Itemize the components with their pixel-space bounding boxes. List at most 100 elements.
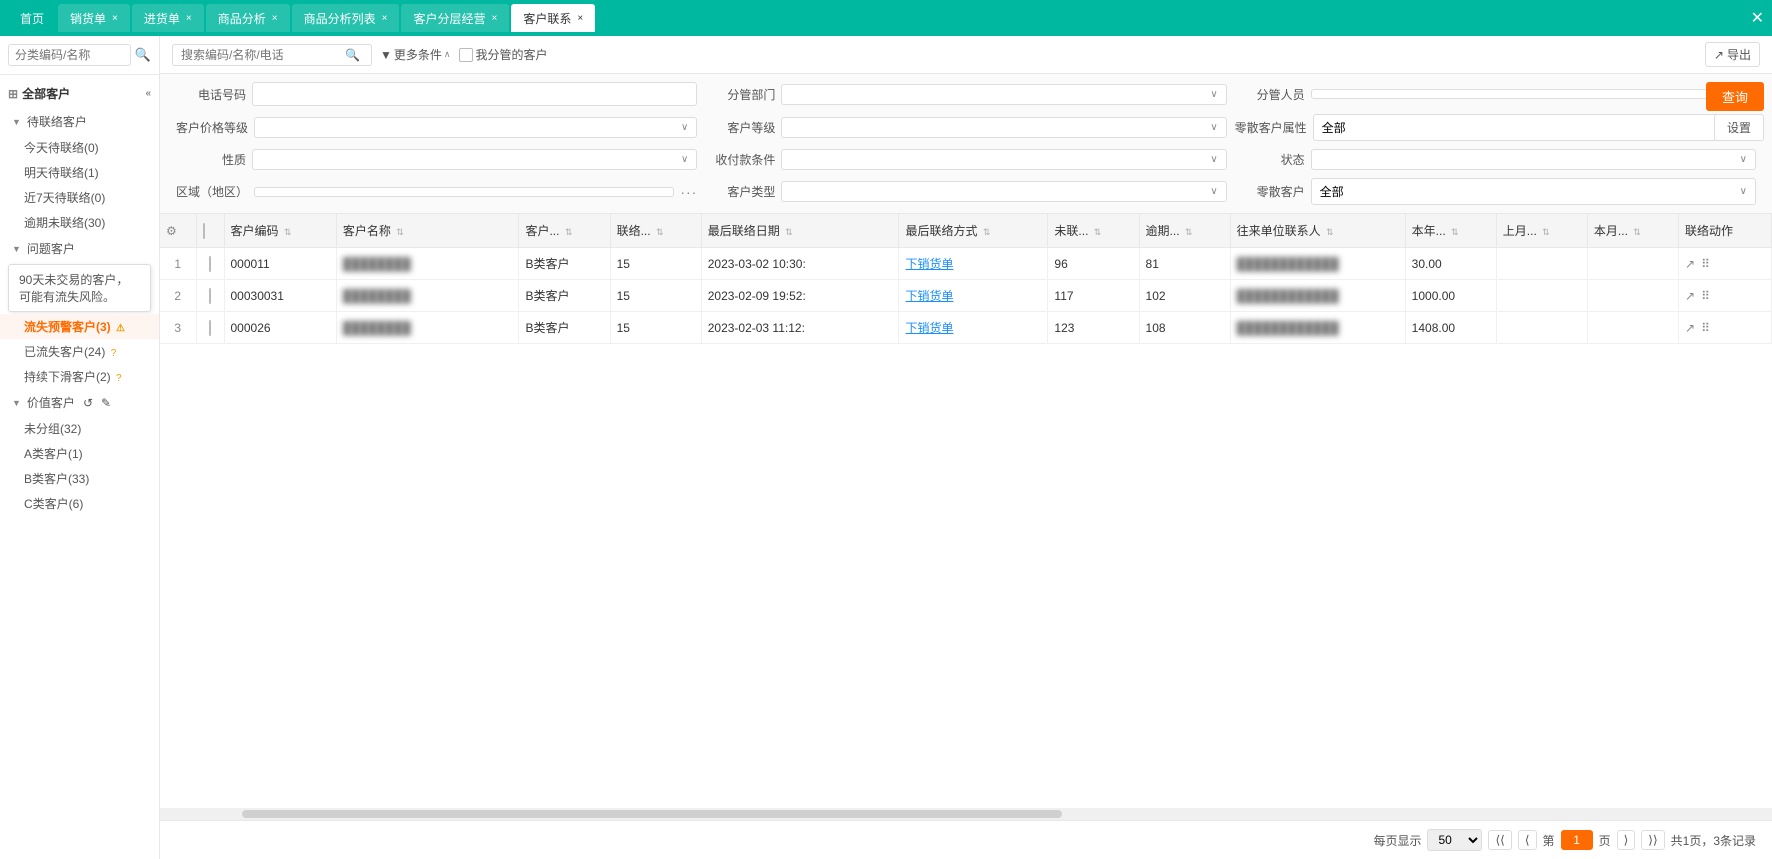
table-row: 3 000026 ████████ B类客户 15 2023-02-03 11:…: [160, 312, 1772, 344]
filter-search-icon[interactable]: 🔍: [345, 48, 360, 62]
sidebar-item-7days-pending[interactable]: 近7天待联络(0): [0, 185, 159, 210]
nature-select[interactable]: ∨: [252, 149, 697, 170]
cell-overdue: 81: [1139, 248, 1230, 280]
sort-icon-way[interactable]: ⇅: [983, 227, 991, 237]
status-select[interactable]: ∨: [1311, 149, 1756, 170]
tab-home[interactable]: 首页: [8, 4, 56, 32]
horizontal-scrollbar[interactable]: [160, 808, 1772, 820]
sidebar-item-declining[interactable]: 持续下滑客户(2) ?: [0, 364, 159, 389]
sort-icon-type[interactable]: ⇅: [565, 227, 573, 237]
table-row: 2 00030031 ████████ B类客户 15 2023-02-09 1…: [160, 280, 1772, 312]
current-page-input[interactable]: [1561, 830, 1593, 850]
select-all-checkbox[interactable]: [203, 223, 205, 239]
sidebar-item-already-lost[interactable]: 已流失客户(24) ?: [0, 339, 159, 364]
query-button[interactable]: 查询: [1706, 82, 1764, 111]
contact-action-icon[interactable]: ↗: [1685, 257, 1695, 271]
tab-customer-tier-close[interactable]: ×: [491, 13, 497, 24]
action-icons-container: ↗ ⠿: [1685, 321, 1765, 335]
sidebar-item-overdue-contact[interactable]: 逾期未联络(30): [0, 210, 159, 235]
tree-root-label: 全部客户: [22, 85, 70, 102]
scrollbar-thumb[interactable]: [242, 810, 1062, 818]
tab-customer-contact-close[interactable]: ×: [577, 13, 583, 24]
sort-icon-contact[interactable]: ⇅: [656, 227, 664, 237]
phone-label: 电话号码: [176, 86, 246, 103]
customer-type-select[interactable]: ∨: [781, 181, 1226, 202]
collapse-button[interactable]: «: [145, 88, 151, 99]
sort-icon-this-month[interactable]: ⇅: [1633, 227, 1641, 237]
sidebar-search-icon[interactable]: 🔍: [135, 47, 151, 63]
tree-root-all-customers[interactable]: ⊞ 全部客户 «: [0, 79, 159, 108]
my-customers-checkbox[interactable]: 我分管的客户: [459, 46, 548, 63]
first-page-button[interactable]: ⟨⟨: [1488, 830, 1511, 850]
tab-product-analysis-close[interactable]: ×: [272, 13, 278, 24]
tab-customer-tier[interactable]: 客户分层经营 ×: [401, 4, 509, 32]
column-settings-icon[interactable]: ⚙: [166, 224, 177, 238]
sidebar-item-tomorrow-pending[interactable]: 明天待联络(1): [0, 160, 159, 185]
sort-icon-this-year[interactable]: ⇅: [1451, 227, 1459, 237]
per-page-select[interactable]: 50 100: [1427, 829, 1482, 851]
phone-input[interactable]: [252, 82, 697, 106]
row-checkbox-0[interactable]: [209, 256, 211, 272]
last-way-link[interactable]: 下销货单: [905, 257, 953, 271]
region-dots[interactable]: ···: [680, 184, 697, 200]
th-this-year-label: 本年...: [1412, 224, 1446, 238]
payment-select[interactable]: ∨: [781, 149, 1226, 170]
customer-name-blurred: ████████: [343, 257, 411, 271]
retail-attr-select[interactable]: 全部 ∨: [1313, 114, 1756, 141]
sidebar-item-class-c[interactable]: C类客户(6): [0, 491, 159, 516]
sidebar-item-ungrouped[interactable]: 未分组(32): [0, 416, 159, 441]
sidebar-item-already-lost-label: 已流失客户(24): [24, 345, 105, 359]
sort-icon-date[interactable]: ⇅: [785, 227, 793, 237]
sidebar-item-class-b[interactable]: B类客户(33): [0, 466, 159, 491]
sidebar-item-class-a[interactable]: A类客户(1): [0, 441, 159, 466]
tree-group-problem-label[interactable]: ▼ 问题客户: [0, 235, 159, 262]
region-select[interactable]: [254, 187, 674, 197]
last-page-button[interactable]: ⟩⟩: [1641, 830, 1664, 850]
more-conditions-button[interactable]: ▼ 更多条件 ∧: [380, 46, 451, 63]
sort-icon-name[interactable]: ⇅: [396, 227, 404, 237]
sidebar-item-today-pending[interactable]: 今天待联络(0): [0, 135, 159, 160]
close-app-button[interactable]: ✕: [1751, 8, 1764, 28]
tree-group-pending-label[interactable]: ▼ 待联络客户: [0, 108, 159, 135]
nature-arrow: ∨: [681, 154, 688, 165]
contact-action-icon[interactable]: ↗: [1685, 321, 1695, 335]
export-button[interactable]: ↗ 导出: [1705, 42, 1760, 67]
dept-select[interactable]: ∨: [781, 84, 1226, 105]
tab-purchase-close[interactable]: ×: [186, 13, 192, 24]
retail-customer-select[interactable]: 全部 ∨: [1311, 178, 1756, 205]
last-way-link[interactable]: 下销货单: [905, 289, 953, 303]
sort-icon-overdue[interactable]: ⇅: [1185, 227, 1193, 237]
more-action-icon[interactable]: ⠿: [1701, 289, 1710, 303]
last-way-link[interactable]: 下销货单: [905, 321, 953, 335]
sidebar-search-input[interactable]: [8, 44, 131, 66]
filter-search-input[interactable]: [181, 48, 341, 62]
contact-action-icon[interactable]: ↗: [1685, 289, 1695, 303]
sort-icon-last-month[interactable]: ⇅: [1542, 227, 1550, 237]
tab-product-list[interactable]: 商品分析列表 ×: [292, 4, 400, 32]
my-customers-cb-box[interactable]: [459, 48, 473, 62]
tab-sales[interactable]: 销货单 ×: [58, 4, 130, 32]
prev-page-button[interactable]: ⟨: [1518, 830, 1537, 850]
tab-customer-contact[interactable]: 客户联系 ×: [511, 4, 595, 32]
customer-level-select[interactable]: ∨: [781, 117, 1226, 138]
tab-product-list-close[interactable]: ×: [382, 13, 388, 24]
row-checkbox-2[interactable]: [209, 320, 211, 336]
refresh-icon[interactable]: ↺: [83, 396, 93, 410]
edit-icon[interactable]: ✎: [101, 396, 111, 410]
price-level-select[interactable]: ∨: [254, 117, 697, 138]
row-checkbox-1[interactable]: [209, 288, 211, 304]
sort-icon-uncontact[interactable]: ⇅: [1094, 227, 1102, 237]
tree-group-value-label[interactable]: ▼ 价值客户 ↺ ✎: [0, 389, 159, 416]
filter-search-box: 🔍: [172, 44, 372, 66]
tab-purchase[interactable]: 进货单 ×: [132, 4, 204, 32]
tab-sales-close[interactable]: ×: [112, 13, 118, 24]
sidebar-item-churn-warning[interactable]: 流失预警客户(3) ⚠: [0, 314, 159, 339]
settings-button[interactable]: 设置: [1714, 114, 1764, 141]
manager-select[interactable]: [1311, 89, 1733, 99]
next-page-button[interactable]: ⟩: [1617, 830, 1636, 850]
more-action-icon[interactable]: ⠿: [1701, 321, 1710, 335]
more-action-icon[interactable]: ⠿: [1701, 257, 1710, 271]
sort-icon-code[interactable]: ⇅: [284, 227, 292, 237]
sort-icon-person[interactable]: ⇅: [1326, 227, 1334, 237]
tab-product-analysis[interactable]: 商品分析 ×: [206, 4, 290, 32]
